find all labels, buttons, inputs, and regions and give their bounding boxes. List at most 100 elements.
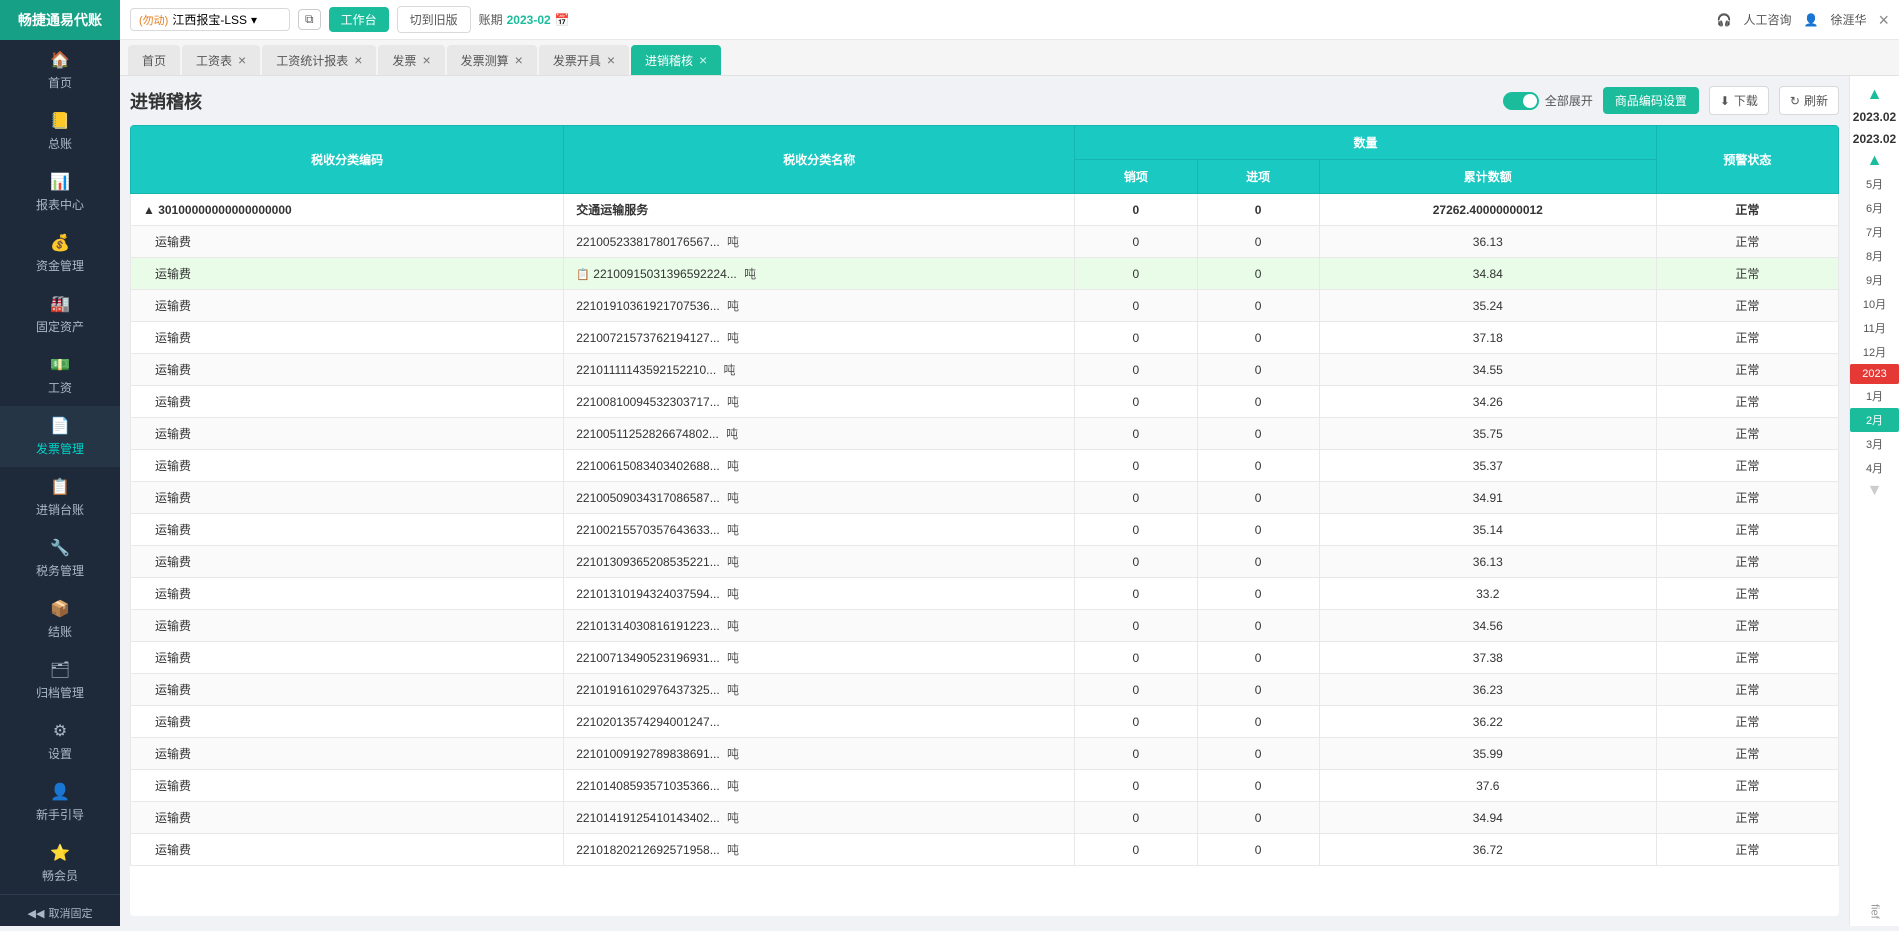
cell-col6: 正常 xyxy=(1656,290,1838,322)
table-row: 运输费 22101916102976437325... 吨 0 0 36.23 … xyxy=(131,674,1839,706)
cell-col3: 0 xyxy=(1075,642,1197,674)
tab-close-icon[interactable]: × xyxy=(422,53,430,67)
app-logo: 畅捷通易代账 xyxy=(0,0,120,40)
cell-code: 运输费 xyxy=(131,610,564,642)
scroll-up-arrow2[interactable]: ▲ xyxy=(1865,150,1885,172)
sidebar-item-member[interactable]: ⭐ 畅会员 xyxy=(0,833,120,894)
tab-salary-table[interactable]: 工资表 × xyxy=(182,45,260,75)
sidebar-item-label: 税务管理 xyxy=(36,562,84,579)
cell-invoice: 22101419125410143402... 吨 xyxy=(564,802,1075,834)
month-7[interactable]: 7月 xyxy=(1850,220,1899,244)
month-5[interactable]: 5月 xyxy=(1850,172,1899,196)
col-tax-name: 税收分类名称 xyxy=(564,126,1075,194)
month-1[interactable]: 1月 xyxy=(1850,384,1899,408)
tab-invoice-calc[interactable]: 发票测算 × xyxy=(447,45,537,75)
tab-home[interactable]: 首页 xyxy=(128,45,180,75)
cell-col3: 0 xyxy=(1075,802,1197,834)
scroll-down-arrow[interactable]: ▼ xyxy=(1865,480,1885,502)
sidebar-item-finance[interactable]: 💰 资金管理 xyxy=(0,223,120,284)
tab-sales-reconcile[interactable]: 进销稽核 × xyxy=(631,45,721,75)
table-row: 运输费 22100713490523196931... 吨 0 0 37.38 … xyxy=(131,642,1839,674)
cell-col4: 0 xyxy=(1197,706,1319,738)
cell-col6: 正常 xyxy=(1656,194,1838,226)
sidebar-item-invoice[interactable]: 📄 发票管理 xyxy=(0,406,120,467)
cell-invoice: 22100713490523196931... 吨 xyxy=(564,642,1075,674)
cell-code: 运输费 xyxy=(131,226,564,258)
assets-icon: 🏭 xyxy=(50,294,70,314)
tab-invoice-open[interactable]: 发票开具 × xyxy=(539,45,629,75)
sidebar-item-settings[interactable]: ⚙ 设置 xyxy=(0,711,120,772)
tab-label: 首页 xyxy=(142,52,166,69)
calendar-icon[interactable]: 📅 xyxy=(555,13,570,27)
company-selector[interactable]: (勿动) 江西报宝-LSS ▾ xyxy=(130,8,290,31)
tab-close-icon[interactable]: × xyxy=(515,53,523,67)
month-3[interactable]: 3月 xyxy=(1850,432,1899,456)
tab-close-icon[interactable]: × xyxy=(238,53,246,67)
month-4[interactable]: 4月 xyxy=(1850,456,1899,480)
month-10[interactable]: 10月 xyxy=(1850,292,1899,316)
tab-close-icon[interactable]: × xyxy=(354,53,362,67)
sidebar-item-label: 进销台账 xyxy=(36,501,84,518)
cell-code: 运输费 xyxy=(131,258,564,290)
sidebar-item-home[interactable]: 🏠 首页 xyxy=(0,40,120,101)
cell-col6: 正常 xyxy=(1656,322,1838,354)
sidebar-item-ledger[interactable]: 📒 总账 xyxy=(0,101,120,162)
cell-col6: 正常 xyxy=(1656,226,1838,258)
sidebar-item-sales-ledger[interactable]: 📋 进销台账 xyxy=(0,467,120,528)
sidebar-item-assets[interactable]: 🏭 固定资产 xyxy=(0,284,120,345)
cell-col5: 36.13 xyxy=(1319,226,1656,258)
page-header: 进销稽核 全部展开 商品编码设置 ⬇ 下载 ↻ 刷新 xyxy=(130,86,1839,115)
sidebar-item-close-accounts[interactable]: 📦 结账 xyxy=(0,589,120,650)
refresh-button[interactable]: ↻ 刷新 xyxy=(1779,86,1839,115)
table-container[interactable]: 税收分类编码 税收分类名称 数量 预警状态 销项 进项 累计数额 ▲ 301 xyxy=(130,125,1839,916)
cell-col4: 0 xyxy=(1197,450,1319,482)
cell-col6: 正常 xyxy=(1656,514,1838,546)
cell-col5: 35.24 xyxy=(1319,290,1656,322)
toggle-switch[interactable] xyxy=(1503,92,1539,110)
month-8[interactable]: 8月 xyxy=(1850,244,1899,268)
year-2023[interactable]: 2023 xyxy=(1850,364,1899,384)
sidebar-item-archive[interactable]: 🗂 归档管理 xyxy=(0,650,120,711)
col-purchase: 进项 xyxy=(1197,160,1319,194)
cell-col5: 37.18 xyxy=(1319,322,1656,354)
scroll-up-arrow[interactable]: ▲ xyxy=(1865,84,1885,106)
sidebar-item-label: 发票管理 xyxy=(36,440,84,457)
download-button[interactable]: ⬇ 下载 xyxy=(1709,86,1769,115)
month-2[interactable]: 2月 xyxy=(1850,408,1899,432)
tab-salary-stats[interactable]: 工资统计报表 × xyxy=(262,45,376,75)
expand-toggle[interactable]: 全部展开 xyxy=(1503,92,1593,110)
sidebar-item-tax[interactable]: 🔧 税务管理 xyxy=(0,528,120,589)
month-11[interactable]: 11月 xyxy=(1850,316,1899,340)
table-row: 运输费 22101910361921707536... 吨 0 0 35.24 … xyxy=(131,290,1839,322)
month-12[interactable]: 12月 xyxy=(1850,340,1899,364)
refresh-icon: ↻ xyxy=(1790,94,1800,108)
cell-col4: 0 xyxy=(1197,322,1319,354)
col-quantity-group: 数量 xyxy=(1075,126,1657,160)
sidebar-item-guide[interactable]: 👤 新手引导 xyxy=(0,772,120,833)
cell-col6: 正常 xyxy=(1656,546,1838,578)
tab-close-icon[interactable]: × xyxy=(607,53,615,67)
cell-col5: 27262.40000000012 xyxy=(1319,194,1656,226)
tab-label: 工资表 xyxy=(196,52,232,69)
settings-button[interactable]: 商品编码设置 xyxy=(1603,87,1699,114)
cell-code: 运输费 xyxy=(131,770,564,802)
right-panel: ▲ 2023.02 2023.02 ▲ 5月 6月 7月 8月 9月 10月 1… xyxy=(1849,76,1899,926)
cell-col4: 0 xyxy=(1197,770,1319,802)
cell-invoice: 22100523381780176567... 吨 xyxy=(564,226,1075,258)
sidebar-item-reports[interactable]: 📊 报表中心 xyxy=(0,162,120,223)
period-value: 2023-02 xyxy=(507,13,551,27)
switch-version-button[interactable]: 切到旧版 xyxy=(397,6,471,33)
sidebar-pin-toggle[interactable]: ◀◀ 取消固定 xyxy=(0,894,120,931)
sidebar-item-salary[interactable]: 💵 工资 xyxy=(0,345,120,406)
tab-close-icon[interactable]: × xyxy=(699,53,707,67)
copy-icon[interactable]: ⧉ xyxy=(298,9,321,30)
cell-col3: 0 xyxy=(1075,258,1197,290)
workspace-button[interactable]: 工作台 xyxy=(329,7,389,32)
month-9[interactable]: 9月 xyxy=(1850,268,1899,292)
tab-invoice[interactable]: 发票 × xyxy=(378,45,444,75)
close-button[interactable]: × xyxy=(1878,11,1889,29)
topbar-right: 🎧 人工咨询 👤 徐涯华 × xyxy=(1717,11,1889,29)
support-label[interactable]: 人工咨询 xyxy=(1744,11,1792,28)
month-6[interactable]: 6月 xyxy=(1850,196,1899,220)
user-label[interactable]: 徐涯华 xyxy=(1830,11,1866,28)
